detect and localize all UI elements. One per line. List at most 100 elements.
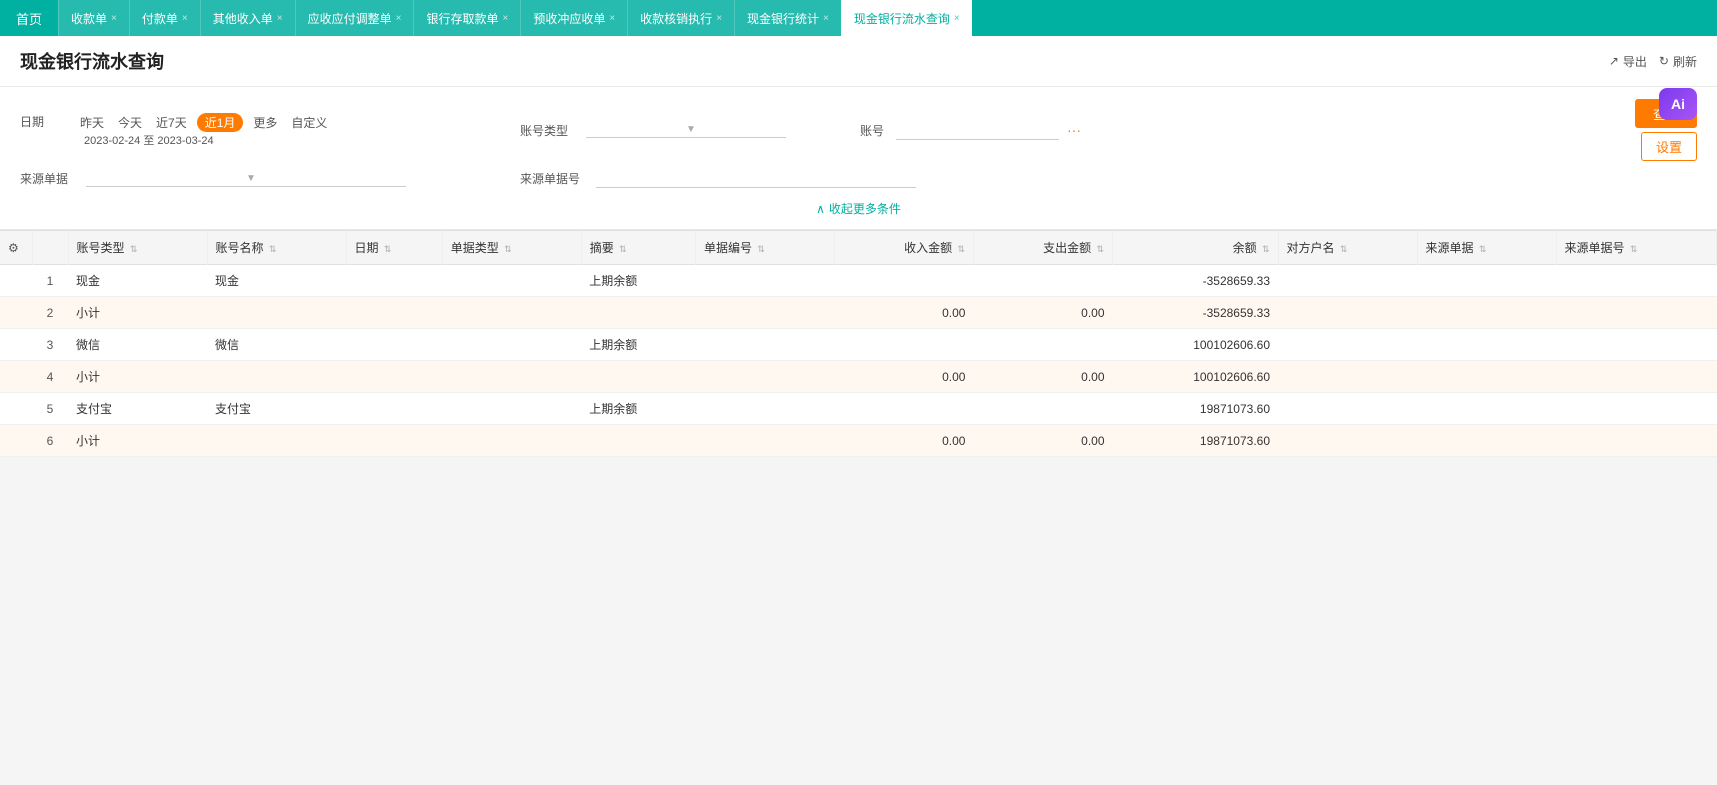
col-balance: 余额 ⇅ xyxy=(1113,231,1279,265)
col-income: 收入金额 ⇅ xyxy=(834,231,973,265)
refresh-button[interactable]: ↻ 刷新 xyxy=(1659,53,1697,70)
row-num-cell: 2 xyxy=(32,297,68,329)
account-input[interactable] xyxy=(896,121,1059,140)
close-icon[interactable]: × xyxy=(396,13,402,24)
row-gear-cell xyxy=(0,361,32,393)
row-income xyxy=(834,329,973,361)
row-expense xyxy=(973,393,1112,425)
col-account-name: 账号名称 ⇅ xyxy=(207,231,346,265)
close-icon[interactable]: × xyxy=(823,13,829,24)
row-gear-cell xyxy=(0,329,32,361)
chevron-down-icon: ▼ xyxy=(246,173,402,184)
row-doc-no xyxy=(695,425,834,457)
chevron-up-icon: ∧ xyxy=(816,202,825,216)
nav-tab-xianjin-tongji[interactable]: 现金银行统计 × xyxy=(734,0,841,36)
sort-icon[interactable]: ⇅ xyxy=(1479,244,1487,254)
date-opt-1month[interactable]: 近1月 xyxy=(197,113,244,132)
sort-icon[interactable]: ⇅ xyxy=(1340,244,1348,254)
sort-icon[interactable]: ⇅ xyxy=(1096,244,1104,254)
nav-tab-shoukuan-hexiao[interactable]: 收款核销执行 × xyxy=(627,0,734,36)
row-account-name: 支付宝 xyxy=(207,393,346,425)
row-source-doc-no xyxy=(1556,265,1716,297)
ai-assistant-button[interactable]: Ai xyxy=(1659,88,1697,120)
col-account-type: 账号类型 ⇅ xyxy=(68,231,207,265)
date-opt-today[interactable]: 今天 xyxy=(114,113,146,132)
row-account-name xyxy=(207,425,346,457)
close-icon[interactable]: × xyxy=(954,13,960,24)
account-dots-button[interactable]: ··· xyxy=(1067,122,1081,138)
col-summary: 摘要 ⇅ xyxy=(581,231,695,265)
sort-icon[interactable]: ⇅ xyxy=(384,244,392,254)
row-doc-no xyxy=(695,265,834,297)
sort-icon[interactable]: ⇅ xyxy=(504,244,512,254)
row-balance: 19871073.60 xyxy=(1113,393,1279,425)
sort-icon[interactable]: ⇅ xyxy=(130,244,138,254)
row-gear-cell xyxy=(0,393,32,425)
row-source-doc xyxy=(1417,265,1556,297)
filter-row-date: 日期 昨天 今天 近7天 近1月 更多 自定义 2023-02-24 至 202… xyxy=(20,99,1697,161)
chevron-down-icon: ▼ xyxy=(686,124,782,135)
settings-button[interactable]: 设置 xyxy=(1641,132,1697,161)
row-doc-type xyxy=(442,297,581,329)
collapse-bar[interactable]: ∧ 收起更多条件 xyxy=(20,196,1697,221)
row-doc-no xyxy=(695,297,834,329)
export-button[interactable]: ↗ 导出 xyxy=(1609,53,1647,70)
nav-tab-yingshou[interactable]: 应收应付调整单 × xyxy=(295,0,414,36)
row-date xyxy=(346,329,442,361)
row-gear-cell xyxy=(0,425,32,457)
row-date xyxy=(346,361,442,393)
row-summary xyxy=(581,361,695,393)
row-counterpart xyxy=(1278,297,1417,329)
account-type-select[interactable]: ▼ xyxy=(586,122,786,138)
page-header: 现金银行流水查询 ↗ 导出 ↻ 刷新 xyxy=(0,36,1717,87)
row-expense: 0.00 xyxy=(973,297,1112,329)
row-counterpart xyxy=(1278,361,1417,393)
date-opt-custom[interactable]: 自定义 xyxy=(287,113,331,132)
row-doc-no xyxy=(695,393,834,425)
date-opt-7days[interactable]: 近7天 xyxy=(152,113,191,132)
date-options: 昨天 今天 近7天 近1月 更多 自定义 xyxy=(76,113,331,132)
nav-tab-liushui[interactable]: 现金银行流水查询 × xyxy=(841,0,972,36)
close-icon[interactable]: × xyxy=(502,13,508,24)
table-wrap: ⚙ 账号类型 ⇅ 账号名称 ⇅ 日期 ⇅ 单据类型 ⇅ xyxy=(0,230,1717,457)
close-icon[interactable]: × xyxy=(111,13,117,24)
date-opt-yesterday[interactable]: 昨天 xyxy=(76,113,108,132)
row-num-cell: 1 xyxy=(32,265,68,297)
account-type-label: 账号类型 xyxy=(520,122,580,139)
sort-icon[interactable]: ⇅ xyxy=(619,244,627,254)
sort-icon[interactable]: ⇅ xyxy=(1262,244,1270,254)
close-icon[interactable]: × xyxy=(609,13,615,24)
row-balance: -3528659.33 xyxy=(1113,265,1279,297)
sort-icon[interactable]: ⇅ xyxy=(757,244,765,254)
row-expense: 0.00 xyxy=(973,425,1112,457)
sort-icon[interactable]: ⇅ xyxy=(957,244,965,254)
row-source-doc xyxy=(1417,297,1556,329)
date-opt-more[interactable]: 更多 xyxy=(249,113,281,132)
close-icon[interactable]: × xyxy=(716,13,722,24)
row-summary: 上期余额 xyxy=(581,393,695,425)
col-source-doc: 来源单据 ⇅ xyxy=(1417,231,1556,265)
col-gear: ⚙ xyxy=(0,231,32,265)
nav-tab-yinhang[interactable]: 银行存取款单 × xyxy=(413,0,520,36)
nav-tab-qita[interactable]: 其他收入单 × xyxy=(200,0,295,36)
row-source-doc-no xyxy=(1556,393,1716,425)
source-doc-select[interactable]: ▼ xyxy=(86,171,406,187)
row-source-doc-no xyxy=(1556,425,1716,457)
nav-tab-shoukuan[interactable]: 收款单 × xyxy=(58,0,129,36)
row-date xyxy=(346,425,442,457)
row-account-type: 现金 xyxy=(68,265,207,297)
nav-tab-yushou[interactable]: 预收冲应收单 × xyxy=(520,0,627,36)
nav-home[interactable]: 首页 xyxy=(0,0,58,36)
gear-icon[interactable]: ⚙ xyxy=(8,241,19,255)
row-expense xyxy=(973,265,1112,297)
row-expense: 0.00 xyxy=(973,361,1112,393)
row-balance: 100102606.60 xyxy=(1113,329,1279,361)
sort-icon[interactable]: ⇅ xyxy=(269,244,277,254)
sort-icon[interactable]: ⇅ xyxy=(1630,244,1638,254)
source-doc-num-input[interactable] xyxy=(596,169,916,188)
filter-row-source: 来源单据 ▼ 来源单据号 xyxy=(20,169,1697,188)
row-date xyxy=(346,297,442,329)
nav-tab-fukuan[interactable]: 付款单 × xyxy=(129,0,200,36)
close-icon[interactable]: × xyxy=(182,13,188,24)
close-icon[interactable]: × xyxy=(277,13,283,24)
